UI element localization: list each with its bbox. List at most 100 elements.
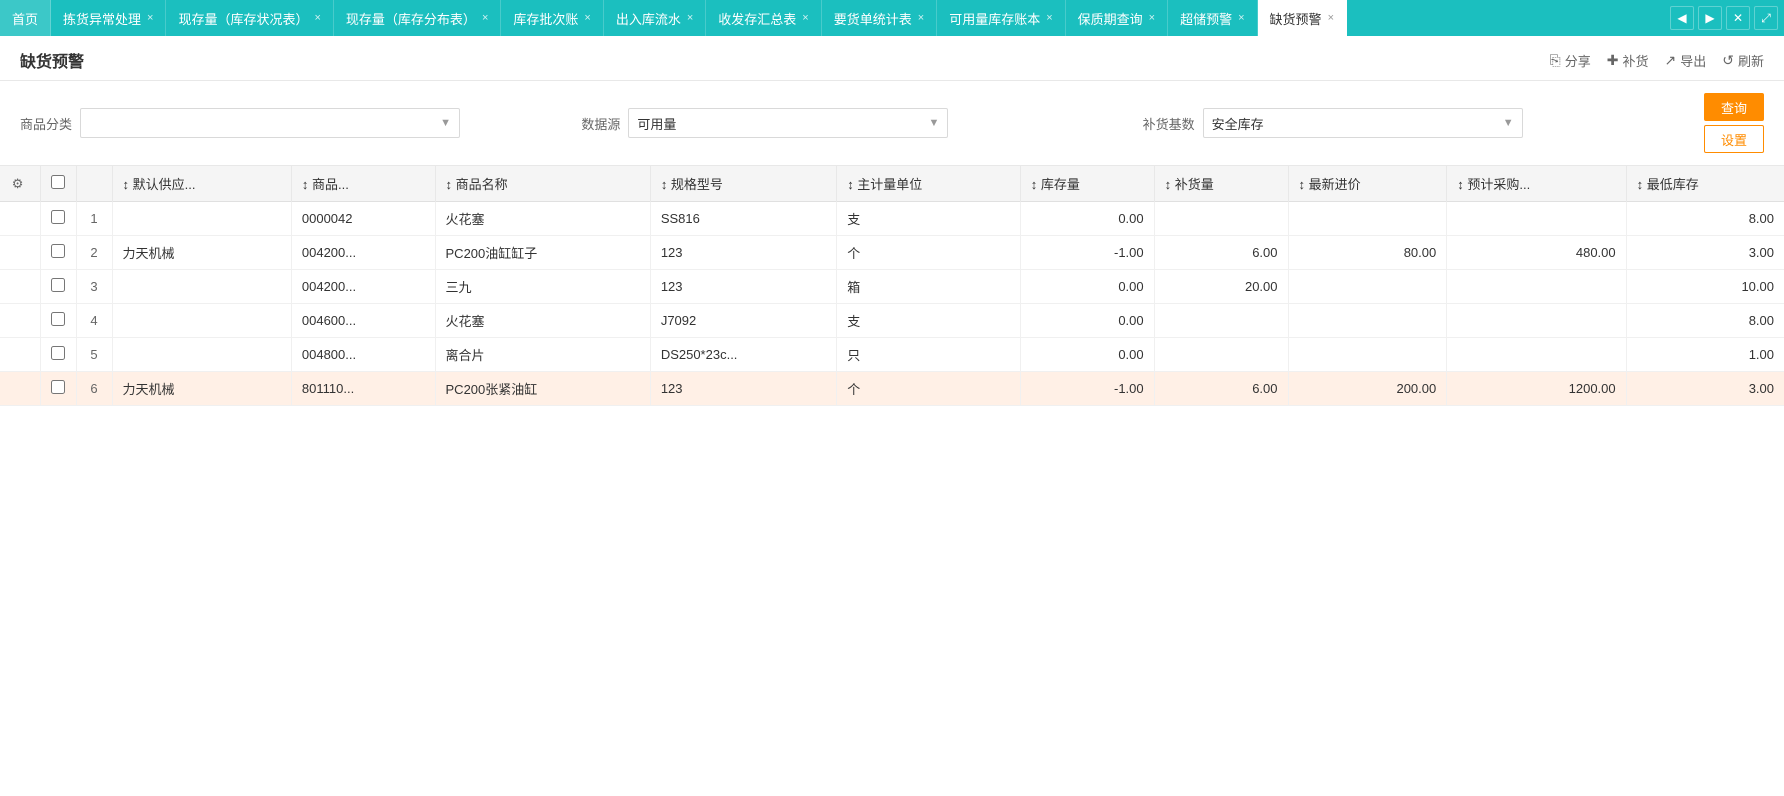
tab-batch-account-close[interactable]: × <box>584 12 590 24</box>
th-latest-price[interactable]: ↕ 最新进价 <box>1288 166 1447 202</box>
replenish-base-select[interactable]: 安全库存 ▼ <box>1203 108 1523 138</box>
refresh-button[interactable]: ↺ 刷新 <box>1722 51 1764 70</box>
row-checkbox-3[interactable] <box>51 312 65 326</box>
tab-close-all-btn[interactable]: ✕ <box>1726 6 1750 30</box>
row-checkbox-2[interactable] <box>51 278 65 292</box>
main-content: 缺货预警 ⎘ 分享 ✚ 补货 ↗ 导出 ↺ 刷新 商品分类 <box>0 36 1784 796</box>
filter-actions: 查询 设置 <box>1704 93 1764 153</box>
tab-batch-account[interactable]: 库存批次账 × <box>501 0 603 36</box>
page-header: 缺货预警 ⎘ 分享 ✚ 补货 ↗ 导出 ↺ 刷新 <box>0 36 1784 81</box>
tab-prev-btn[interactable]: ◀ <box>1670 6 1694 30</box>
td-purchase-4 <box>1447 338 1626 372</box>
th-stock-qty[interactable]: ↕ 库存量 <box>1020 166 1154 202</box>
th-product-code-label: ↕ 商品... <box>302 174 349 193</box>
td-name-0: 火花塞 <box>435 202 650 236</box>
category-filter-group: 商品分类 ▼ <box>20 108 561 138</box>
td-minstock-4: 1.00 <box>1626 338 1784 372</box>
tab-next-btn[interactable]: ▶ <box>1698 6 1722 30</box>
settings-button[interactable]: 设置 <box>1704 125 1764 153</box>
td-replenish-1: 6.00 <box>1154 236 1288 270</box>
row-checkbox-4[interactable] <box>51 346 65 360</box>
tab-collect-summary[interactable]: 收发存汇总表 × <box>706 0 821 36</box>
td-unit-5: 个 <box>837 372 1021 406</box>
tab-exception-close[interactable]: × <box>147 12 153 24</box>
tab-demand-stat[interactable]: 要货单统计表 × <box>822 0 937 36</box>
tab-inventory-dist-close[interactable]: × <box>482 12 488 24</box>
td-name-4: 离合片 <box>435 338 650 372</box>
query-button[interactable]: 查询 <box>1704 93 1764 121</box>
td-spec-5: 123 <box>650 372 836 406</box>
td-minstock-5: 3.00 <box>1626 372 1784 406</box>
td-checkbox-5 <box>40 372 76 406</box>
tab-nav-buttons: ◀ ▶ ✕ ⤢ <box>1664 6 1784 30</box>
table-row: 4 004600... 火花塞 J7092 支 0.00 8.00 <box>0 304 1784 338</box>
th-min-stock[interactable]: ↕ 最低库存 <box>1626 166 1784 202</box>
tab-exception[interactable]: 拣货异常处理 × <box>51 0 166 36</box>
replenish-button[interactable]: ✚ 补货 <box>1607 51 1649 70</box>
th-default-supplier[interactable]: ↕ 默认供应... <box>112 166 291 202</box>
th-spec[interactable]: ↕ 规格型号 <box>650 166 836 202</box>
td-settings-0 <box>0 202 40 236</box>
td-price-1: 80.00 <box>1288 236 1447 270</box>
th-product-name[interactable]: ↕ 商品名称 <box>435 166 650 202</box>
td-settings-2 <box>0 270 40 304</box>
td-minstock-0: 8.00 <box>1626 202 1784 236</box>
td-name-2: 三九 <box>435 270 650 304</box>
td-unit-1: 个 <box>837 236 1021 270</box>
td-price-2 <box>1288 270 1447 304</box>
tab-overstock-close[interactable]: × <box>1238 12 1244 24</box>
td-price-4 <box>1288 338 1447 372</box>
replenish-base-filter-group: 补货基数 安全库存 ▼ <box>1143 108 1684 138</box>
td-code-0: 0000042 <box>291 202 435 236</box>
tab-overstock[interactable]: 超储预警 × <box>1168 0 1257 36</box>
td-name-3: 火花塞 <box>435 304 650 338</box>
tab-shortage[interactable]: 缺货预警 × <box>1258 0 1347 36</box>
select-all-checkbox[interactable] <box>51 175 65 189</box>
td-price-3 <box>1288 304 1447 338</box>
td-supplier-5: 力天机械 <box>112 372 291 406</box>
th-unit[interactable]: ↕ 主计量单位 <box>837 166 1021 202</box>
tab-expiry-query[interactable]: 保质期查询 × <box>1066 0 1168 36</box>
th-estimated-purchase[interactable]: ↕ 预计采购... <box>1447 166 1626 202</box>
td-rownum-1: 2 <box>76 236 112 270</box>
td-replenish-2: 20.00 <box>1154 270 1288 304</box>
tab-inout-flow-close[interactable]: × <box>687 12 693 24</box>
table-row: 5 004800... 离合片 DS250*23c... 只 0.00 1.00 <box>0 338 1784 372</box>
row-checkbox-0[interactable] <box>51 210 65 224</box>
tab-shortage-close[interactable]: × <box>1328 12 1334 24</box>
th-default-supplier-label: ↕ 默认供应... <box>123 174 196 193</box>
td-rownum-3: 4 <box>76 304 112 338</box>
tab-available-ledger[interactable]: 可用量库存账本 × <box>937 0 1065 36</box>
row-checkbox-5[interactable] <box>51 380 65 394</box>
tab-inventory-status-close[interactable]: × <box>314 12 320 24</box>
td-stock-2: 0.00 <box>1020 270 1154 304</box>
tab-expiry-query-close[interactable]: × <box>1149 12 1155 24</box>
row-checkbox-1[interactable] <box>51 244 65 258</box>
tab-home[interactable]: 首页 <box>0 0 51 36</box>
table-row: 3 004200... 三九 123 箱 0.00 20.00 10.00 <box>0 270 1784 304</box>
tab-inventory-status[interactable]: 现存量（库存状况表） × <box>166 0 333 36</box>
th-min-stock-label: ↕ 最低库存 <box>1637 174 1699 193</box>
td-checkbox-3 <box>40 304 76 338</box>
th-unit-label: ↕ 主计量单位 <box>847 174 922 193</box>
tab-expand-btn[interactable]: ⤢ <box>1754 6 1778 30</box>
th-settings[interactable]: ⚙ <box>0 166 40 202</box>
th-replenish-qty[interactable]: ↕ 补货量 <box>1154 166 1288 202</box>
tab-demand-stat-close[interactable]: × <box>918 12 924 24</box>
td-rownum-5: 6 <box>76 372 112 406</box>
category-select[interactable]: ▼ <box>80 108 460 138</box>
table-row: 6 力天机械 801110... PC200张紧油缸 123 个 -1.00 6… <box>0 372 1784 406</box>
replenish-base-dropdown-icon: ▼ <box>1503 117 1514 129</box>
td-unit-4: 只 <box>837 338 1021 372</box>
column-settings-icon[interactable]: ⚙ <box>12 176 28 192</box>
th-latest-price-label: ↕ 最新进价 <box>1299 174 1361 193</box>
tab-collect-summary-close[interactable]: × <box>802 12 808 24</box>
tab-inventory-dist[interactable]: 现存量（库存分布表） × <box>334 0 501 36</box>
tab-inout-flow[interactable]: 出入库流水 × <box>604 0 706 36</box>
datasource-filter-group: 数据源 可用量 ▼ <box>581 108 1122 138</box>
th-product-code[interactable]: ↕ 商品... <box>291 166 435 202</box>
datasource-select[interactable]: 可用量 ▼ <box>628 108 948 138</box>
export-button[interactable]: ↗ 导出 <box>1665 51 1707 70</box>
share-button[interactable]: ⎘ 分享 <box>1550 51 1591 70</box>
tab-available-ledger-close[interactable]: × <box>1046 12 1052 24</box>
